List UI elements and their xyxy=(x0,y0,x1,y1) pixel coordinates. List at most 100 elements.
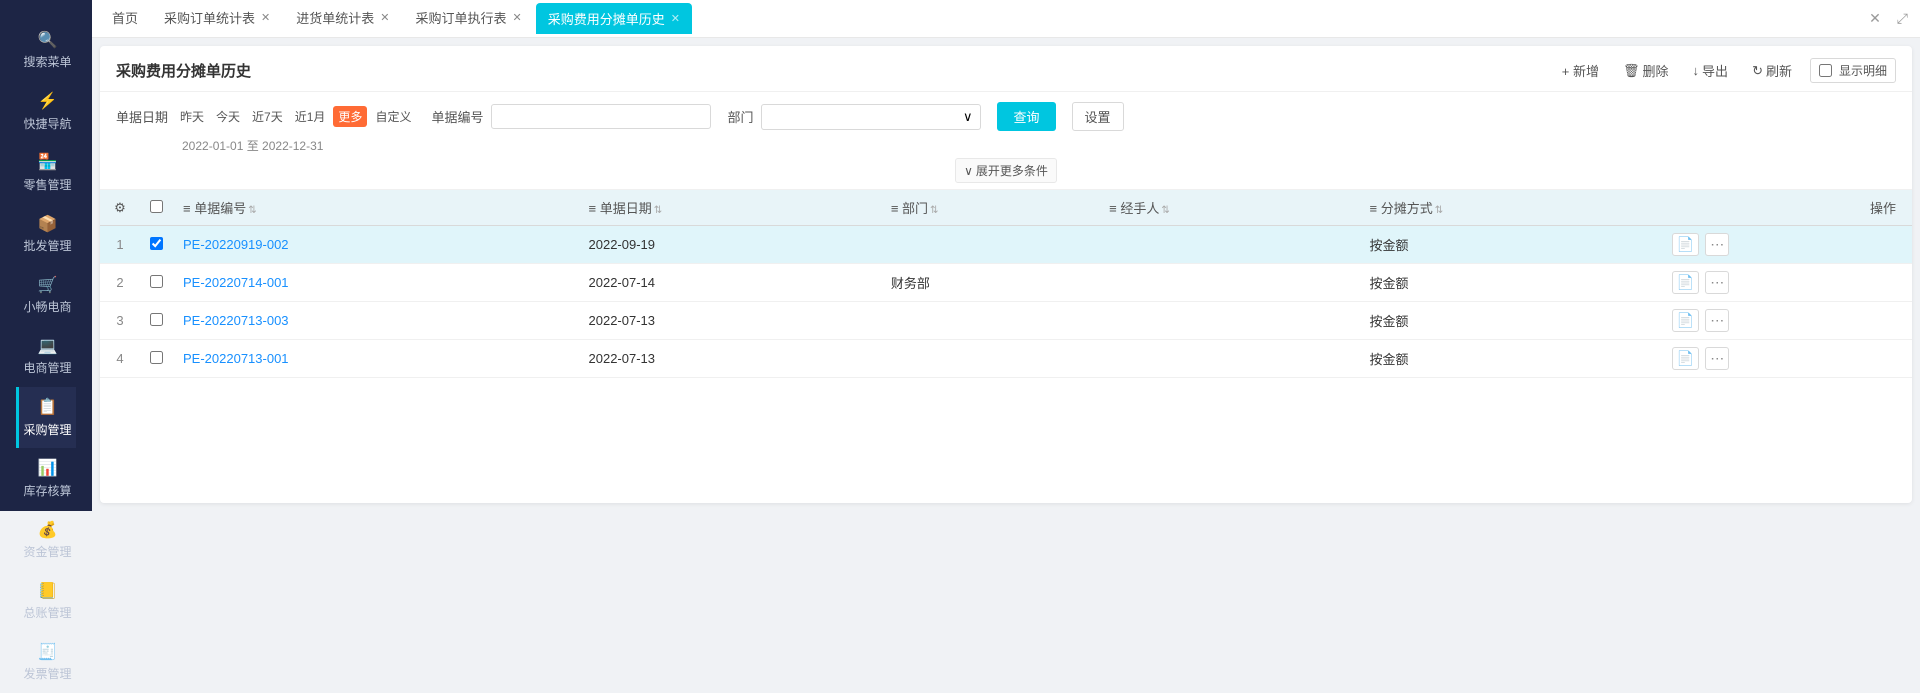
close-tab-icon[interactable]: ✕ xyxy=(1865,8,1885,29)
row-checkbox-3[interactable] xyxy=(140,340,173,378)
date-btn-today[interactable]: 今天 xyxy=(212,106,244,127)
tab-purchase-order-exec[interactable]: 采购订单执行表 ✕ xyxy=(403,0,533,37)
row-split-method-2: 按金额 xyxy=(1360,302,1662,340)
row-split-method-3: 按金额 xyxy=(1360,340,1662,378)
sidebar-icon-wholesale: 📦 xyxy=(38,214,58,236)
row-dept-2 xyxy=(881,302,1099,340)
show-columns-checkbox[interactable] xyxy=(1819,64,1832,77)
refresh-button[interactable]: ↻ 刷新 xyxy=(1746,58,1798,83)
col-action: 操作 xyxy=(1662,190,1912,226)
row-select-checkbox-2[interactable] xyxy=(150,313,163,326)
sidebar-item-quick-nav[interactable]: ⚡ 快捷导航 xyxy=(16,81,75,142)
action-more-icon-1[interactable]: ⋯ xyxy=(1705,271,1729,294)
action-view-icon-0[interactable]: 📄 xyxy=(1672,233,1699,256)
order-no-link-1[interactable]: PE-20220714-001 xyxy=(183,275,289,290)
tab-purchase-cost-split[interactable]: 采购费用分摊单历史✕ xyxy=(536,3,692,34)
row-action-3: 📄 ⋯ xyxy=(1662,340,1912,378)
row-num-3: 4 xyxy=(100,340,140,378)
row-date-0: 2022-09-19 xyxy=(579,226,881,264)
tab-close-purchase-order-exec[interactable]: ✕ xyxy=(513,11,522,24)
order-no-link-0[interactable]: PE-20220919-002 xyxy=(183,237,289,252)
toolbar: + 新增 🗑 删除 ↓ 导出 ↻ 刷新 显示明细 xyxy=(1556,58,1896,83)
sidebar-label-wholesale: 批发管理 xyxy=(23,238,71,255)
col-split-method: ≡ 分摊方式⇅ xyxy=(1360,190,1662,226)
tab-close-purchase-cost-split[interactable]: ✕ xyxy=(671,12,680,25)
sidebar-label-general-ledger: 总账管理 xyxy=(23,605,71,622)
order-no-input[interactable] xyxy=(491,104,711,129)
sidebar-label-finance: 资金管理 xyxy=(23,544,71,561)
row-action-0: 📄 ⋯ xyxy=(1662,226,1912,264)
sidebar-item-mini-shop[interactable]: 🛒 小畅电商 xyxy=(16,265,75,326)
add-button[interactable]: + 新增 xyxy=(1556,58,1605,83)
tab-inbound-stats[interactable]: 进货单统计表✕ xyxy=(284,0,401,37)
sidebar-item-search[interactable]: 🔍 搜索菜单 xyxy=(16,20,75,81)
sidebar-item-invoice[interactable]: 🧾 发票管理 xyxy=(16,632,75,693)
settings-button[interactable]: 设置 xyxy=(1072,102,1124,131)
row-num-2: 3 xyxy=(100,302,140,340)
row-split-method-0: 按金额 xyxy=(1360,226,1662,264)
row-checkbox-0[interactable] xyxy=(140,226,173,264)
sidebar-item-wholesale[interactable]: 📦 批发管理 xyxy=(16,204,75,265)
order-no-link-2[interactable]: PE-20220713-003 xyxy=(183,313,289,328)
sidebar-item-purchase[interactable]: 📋 采购管理 xyxy=(16,387,75,448)
row-select-checkbox-1[interactable] xyxy=(150,275,163,288)
sidebar-icon-finance: 💰 xyxy=(38,520,58,542)
action-more-icon-3[interactable]: ⋯ xyxy=(1705,347,1729,370)
row-select-checkbox-3[interactable] xyxy=(150,351,163,364)
date-btn-yesterday[interactable]: 昨天 xyxy=(176,106,208,127)
dept-label: 部门 xyxy=(727,107,753,126)
sidebar: 🔍 搜索菜单 ⚡ 快捷导航 🏪 零售管理 📦 批发管理 🛒 小畅电商 💻 电商管… xyxy=(0,0,92,511)
sidebar-item-retail[interactable]: 🏪 零售管理 xyxy=(16,142,75,203)
tab-actions: ✕ ⤢ xyxy=(1865,8,1912,29)
date-btn-custom[interactable]: 自定义 xyxy=(371,106,415,127)
date-filter-group: 单据日期 昨天 今天 近7天 近1月 更多 自定义 xyxy=(116,106,415,127)
fullscreen-icon[interactable]: ⤢ xyxy=(1893,8,1912,29)
tab-close-inbound-stats[interactable]: ✕ xyxy=(380,11,389,24)
row-checkbox-2[interactable] xyxy=(140,302,173,340)
action-view-icon-2[interactable]: 📄 xyxy=(1672,309,1699,332)
row-select-checkbox-0[interactable] xyxy=(150,237,163,250)
date-btn-more[interactable]: 更多 xyxy=(333,106,367,127)
sidebar-icon-mini-shop: 🛒 xyxy=(38,275,58,297)
sidebar-icon-invoice: 🧾 xyxy=(38,642,58,664)
action-more-icon-0[interactable]: ⋯ xyxy=(1705,233,1729,256)
order-no-filter-group: 单据编号 xyxy=(431,104,711,129)
row-checkbox-1[interactable] xyxy=(140,264,173,302)
tab-label-purchase-order-stats: 采购订单统计表 xyxy=(164,8,255,27)
row-handler-3 xyxy=(1099,340,1359,378)
dept-select-arrow: ∨ xyxy=(963,109,973,125)
show-columns-button[interactable]: 显示明细 xyxy=(1810,58,1896,83)
action-view-icon-3[interactable]: 📄 xyxy=(1672,347,1699,370)
date-btn-7days[interactable]: 近7天 xyxy=(248,106,287,127)
col-date: ≡ 单据日期⇅ xyxy=(579,190,881,226)
order-no-link-3[interactable]: PE-20220713-001 xyxy=(183,351,289,366)
sidebar-item-ecommerce[interactable]: 💻 电商管理 xyxy=(16,326,75,387)
sidebar-label-mini-shop: 小畅电商 xyxy=(23,299,71,316)
page-title: 采购费用分摊单历史 xyxy=(116,60,251,81)
tab-home[interactable]: 首页 xyxy=(100,0,150,37)
table-settings-th[interactable]: ⚙ xyxy=(100,190,140,226)
filter-row-1: 单据日期 昨天 今天 近7天 近1月 更多 自定义 单据编号 xyxy=(116,102,1896,131)
select-all-checkbox[interactable] xyxy=(150,200,163,213)
dept-select[interactable]: ∨ xyxy=(761,104,981,130)
query-button[interactable]: 查询 xyxy=(997,102,1055,131)
table-checkbox-th[interactable] xyxy=(140,190,173,226)
tab-close-purchase-order-stats[interactable]: ✕ xyxy=(261,11,270,24)
expand-more-btn[interactable]: ∨ 展开更多条件 xyxy=(955,158,1057,183)
tab-purchase-order-stats[interactable]: 采购订单统计表 ✕ xyxy=(152,0,282,37)
date-shortcuts: 昨天 今天 近7天 近1月 更多 自定义 xyxy=(176,106,415,127)
action-view-icon-1[interactable]: 📄 xyxy=(1672,271,1699,294)
date-btn-1month[interactable]: 近1月 xyxy=(291,106,330,127)
sidebar-item-finance[interactable]: 💰 资金管理 xyxy=(16,510,75,571)
delete-button[interactable]: 🗑 删除 xyxy=(1617,58,1675,83)
row-action-2: 📄 ⋯ xyxy=(1662,302,1912,340)
order-no-label: 单据编号 xyxy=(431,107,483,126)
sidebar-item-inventory[interactable]: 📊 库存核算 xyxy=(16,448,75,509)
action-more-icon-2[interactable]: ⋯ xyxy=(1705,309,1729,332)
filter-expand-row: ∨ 展开更多条件 xyxy=(116,158,1896,183)
tab-label-purchase-order-exec: 采购订单执行表 xyxy=(415,8,506,27)
page-header: 采购费用分摊单历史 + 新增 🗑 删除 ↓ 导出 ↻ 刷新 xyxy=(100,46,1912,92)
sidebar-label-quick-nav: 快捷导航 xyxy=(23,116,71,133)
sidebar-item-general-ledger[interactable]: 📒 总账管理 xyxy=(16,571,75,632)
export-button[interactable]: ↓ 导出 xyxy=(1687,58,1735,83)
